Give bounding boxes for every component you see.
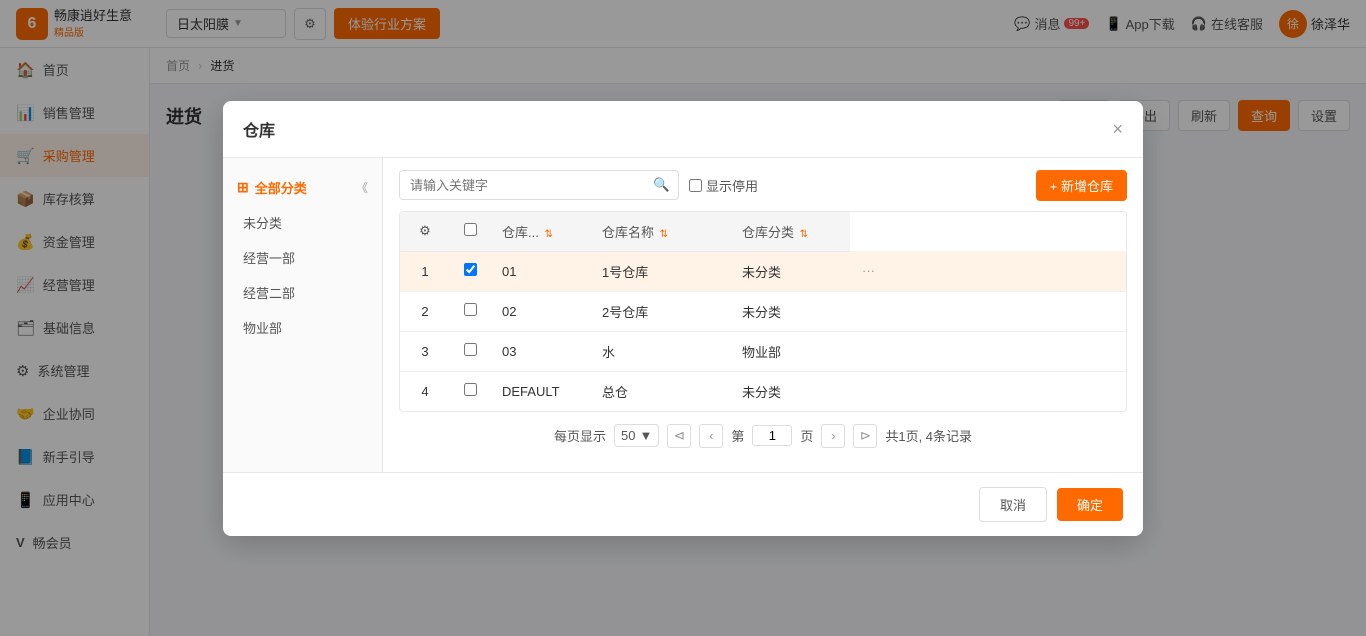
category-item-property[interactable]: 物业部 <box>223 310 382 345</box>
sort-name-icon: ⇅ <box>660 229 668 240</box>
cancel-button[interactable]: 取消 <box>979 487 1047 522</box>
col-settings-header[interactable]: ⚙ <box>400 212 450 252</box>
table-header-row: ⚙ 仓库... ⇅ 仓库名称 ⇅ <box>400 212 1126 252</box>
page-first-button[interactable]: ⊲ <box>667 424 691 448</box>
modal-title: 仓库 <box>243 117 275 141</box>
per-page-label: 每页显示 <box>554 426 606 445</box>
page-label: 第 <box>731 426 744 445</box>
row-checkbox-cell[interactable] <box>450 331 490 371</box>
row-code: DEFAULT <box>490 371 590 411</box>
table-row[interactable]: 4 DEFAULT 总仓 未分类 <box>400 371 1126 411</box>
per-page-chevron: ▼ <box>639 428 652 443</box>
modal-overlay: 仓库 × ⊞ 全部分类 《 未分类 经营一部 经营二部 <box>0 0 1366 636</box>
row-category: 未分类 <box>730 371 850 411</box>
row-checkbox[interactable] <box>464 383 477 396</box>
warehouse-table: ⚙ 仓库... ⇅ 仓库名称 ⇅ <box>399 211 1127 412</box>
page-number-input[interactable] <box>752 425 792 446</box>
modal-main: 🔍 显示停用 + 新增仓库 ⚙ <box>383 158 1143 472</box>
table-row[interactable]: 2 02 2号仓库 未分类 <box>400 291 1126 331</box>
row-code: 01 <box>490 251 590 291</box>
table-row[interactable]: 1 01 1号仓库 未分类 ··· <box>400 251 1126 291</box>
category-item-ops1[interactable]: 经营一部 <box>223 240 382 275</box>
search-input[interactable] <box>400 172 645 199</box>
row-checkbox-cell[interactable] <box>450 291 490 331</box>
row-category: 未分类 <box>730 291 850 331</box>
row-name: 水 <box>590 331 730 371</box>
search-box: 🔍 <box>399 170 679 200</box>
row-name: 1号仓库 <box>590 251 730 291</box>
row-index: 4 <box>400 371 450 411</box>
row-checkbox[interactable] <box>464 303 477 316</box>
select-all-checkbox[interactable] <box>464 223 477 236</box>
per-page-select[interactable]: 50 ▼ <box>614 424 659 447</box>
row-name: 2号仓库 <box>590 291 730 331</box>
page-last-button[interactable]: ⊳ <box>853 424 877 448</box>
row-index: 1 <box>400 251 450 291</box>
modal-close-button[interactable]: × <box>1112 120 1123 138</box>
all-category-label: 全部分类 <box>255 178 307 197</box>
pagination: 每页显示 50 ▼ ⊲ ‹ 第 页 › ⊳ 共1页, 4条记录 <box>399 412 1127 460</box>
warehouse-modal: 仓库 × ⊞ 全部分类 《 未分类 经营一部 经营二部 <box>223 101 1143 536</box>
row-category: 物业部 <box>730 331 850 371</box>
row-category: 未分类 <box>730 251 850 291</box>
row-code: 03 <box>490 331 590 371</box>
page-unit: 页 <box>800 426 813 445</box>
col-code-header[interactable]: 仓库... ⇅ <box>490 212 590 252</box>
show-disabled-input[interactable] <box>689 179 702 192</box>
row-action[interactable]: ··· <box>850 251 1126 291</box>
row-checkbox-cell[interactable] <box>450 251 490 291</box>
row-index: 3 <box>400 331 450 371</box>
page-prev-button[interactable]: ‹ <box>699 424 723 448</box>
grid-icon: ⊞ <box>237 179 249 196</box>
show-disabled-label: 显示停用 <box>706 176 758 195</box>
col-cat-header[interactable]: 仓库分类 ⇅ <box>730 212 850 252</box>
row-checkbox[interactable] <box>464 263 477 276</box>
per-page-value: 50 <box>621 428 635 443</box>
sort-cat-icon: ⇅ <box>800 229 808 240</box>
category-item-unclassified[interactable]: 未分类 <box>223 205 382 240</box>
sort-code-icon: ⇅ <box>544 229 552 240</box>
col-check-header[interactable] <box>450 212 490 252</box>
col-name-header[interactable]: 仓库名称 ⇅ <box>590 212 730 252</box>
new-warehouse-button[interactable]: + 新增仓库 <box>1036 170 1127 201</box>
row-checkbox-cell[interactable] <box>450 371 490 411</box>
category-sidebar: ⊞ 全部分类 《 未分类 经营一部 经营二部 物业部 <box>223 158 383 472</box>
row-name: 总仓 <box>590 371 730 411</box>
total-info: 共1页, 4条记录 <box>885 426 972 445</box>
table-row[interactable]: 3 03 水 物业部 <box>400 331 1126 371</box>
row-checkbox[interactable] <box>464 343 477 356</box>
category-all-header[interactable]: ⊞ 全部分类 《 <box>223 170 382 205</box>
category-item-ops2[interactable]: 经营二部 <box>223 275 382 310</box>
show-disabled-checkbox[interactable]: 显示停用 <box>689 176 758 195</box>
modal-footer: 取消 确定 <box>223 472 1143 536</box>
collapse-button[interactable]: 《 <box>356 179 368 196</box>
confirm-button[interactable]: 确定 <box>1057 488 1123 521</box>
modal-header: 仓库 × <box>223 101 1143 158</box>
row-code: 02 <box>490 291 590 331</box>
row-index: 2 <box>400 291 450 331</box>
modal-toolbar: 🔍 显示停用 + 新增仓库 <box>399 170 1127 201</box>
modal-body: ⊞ 全部分类 《 未分类 经营一部 经营二部 物业部 <box>223 158 1143 472</box>
page-next-button[interactable]: › <box>821 424 845 448</box>
search-button[interactable]: 🔍 <box>645 171 678 199</box>
